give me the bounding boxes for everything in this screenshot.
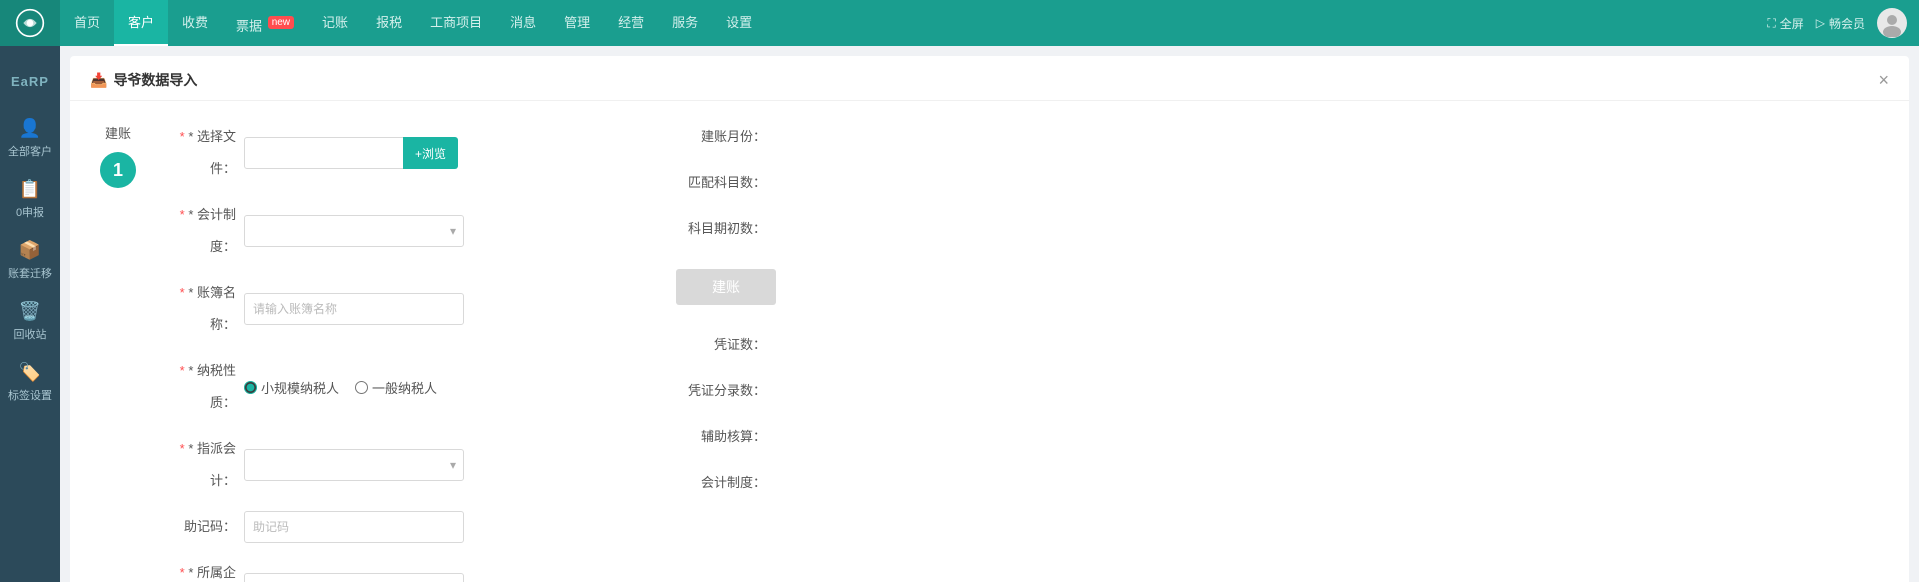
info-row-account-month: 建账月份： [676,121,896,153]
fullscreen-btn[interactable]: ⛶ 全屏 [1767,15,1803,32]
nav-right-area: ⛶ 全屏 ▷ 畅会员 [1767,8,1907,38]
radio-small-taxpayer[interactable]: 小规模纳税人 [244,378,339,397]
main-content: 📥 导爷数据导入 × 建账 1 * 选择文件： [60,46,1919,582]
earp-logo: EaRP [0,54,60,108]
ledger-name-label: * 账簿名称： [156,277,236,341]
radio-general-taxpayer[interactable]: 一般纳税人 [355,378,437,397]
form-row-memo: 助记码： [156,511,536,543]
sidebar: EaRP 👤 全部客户 📋 0申报 📦 账套迁移 🗑️ 回收站 🏷️ 标签设置 [0,46,60,582]
sidebar-item-all-clients[interactable]: 👤 全部客户 [0,108,60,169]
info-row-subject-init: 科目期初数： [676,213,896,245]
tax-type-radio-group: 小规模纳税人 一般纳税人 [244,371,437,403]
nav-home[interactable]: 首页 [60,0,114,46]
right-panel: 建账月份： 匹配科目数： 科目期初数： 建 [596,121,896,582]
company-input[interactable] [244,573,464,582]
info-row-voucher-entries: 凭证分录数： [676,375,896,407]
avatar[interactable] [1877,8,1907,38]
logo [0,0,60,46]
nav-business[interactable]: 工商项目 [416,0,496,46]
nav-menu: 首页 客户 收费 票据 new 记账 报税 工商项目 消息 管理 经营 服务 设… [60,0,1767,46]
form-row-accounting-system: * 会计制度： ▾ [156,199,536,263]
file-input-group: +浏览 [244,137,458,169]
accountant-label: * 指派会计： [156,433,236,497]
sidebar-item-tags[interactable]: 🏷️ 标签设置 [0,352,60,413]
nav-messages[interactable]: 消息 [496,0,550,46]
memo-input[interactable] [244,511,464,543]
aux-calc-label: 辅助核算： [676,421,766,453]
info-row-aux-calc: 辅助核算： [676,421,896,453]
form-row-ledger-name: * 账簿名称： [156,277,536,341]
subject-init-label: 科目期初数： [676,213,766,245]
declaration-icon: 📋 [19,179,41,200]
voucher-label: 凭证数： [676,329,766,361]
info-row-match-subject: 匹配科目数： [676,167,896,199]
dialog-header: 📥 导爷数据导入 × [70,56,1909,101]
form-row-tax-type: * 纳税性质： 小规模纳税人 一般纳税人 [156,355,536,419]
nav-tax[interactable]: 报税 [362,0,416,46]
file-text-input[interactable] [244,137,404,169]
sidebar-item-migration[interactable]: 📦 账套迁移 [0,230,60,291]
member-btn[interactable]: ▷ 畅会员 [1816,15,1865,32]
step-label: 建账 [105,123,131,142]
voucher-entries-label: 凭证分录数： [676,375,766,407]
form-grid: * 选择文件： +浏览 * 会计制度： [156,121,536,582]
acc-system-label: 会计制度： [676,467,766,499]
ledger-name-input[interactable] [244,293,464,325]
memo-label: 助记码： [156,511,236,543]
accounting-system-select-wrapper: ▾ [244,215,464,247]
accounting-system-label: * 会计制度： [156,199,236,263]
nav-settings[interactable]: 设置 [712,0,766,46]
dialog-title: 📥 导爷数据导入 [90,70,197,90]
dialog-card: 📥 导爷数据导入 × 建账 1 * 选择文件： [70,56,1909,582]
match-subject-label: 匹配科目数： [676,167,766,199]
nav-bookkeeping[interactable]: 记账 [308,0,362,46]
account-month-label: 建账月份： [676,121,766,153]
accountant-select-wrapper: ▾ [244,449,464,481]
nav-billing[interactable]: 收费 [168,0,222,46]
nav-customers[interactable]: 客户 [114,0,168,46]
sidebar-item-recycle[interactable]: 🗑️ 回收站 [0,291,60,352]
user-icon: 👤 [19,118,41,139]
form-row-accountant: * 指派会计： ▾ [156,433,536,497]
info-row-acc-system: 会计制度： [676,467,896,499]
nav-invoices[interactable]: 票据 new [222,0,308,46]
form-left-section: 建账 1 * 选择文件： +浏览 [100,121,536,582]
step-badge: 1 [100,152,136,188]
migration-icon: 📦 [19,240,41,261]
form-row-file: * 选择文件： +浏览 [156,121,536,185]
nav-operations[interactable]: 经营 [604,0,658,46]
nav-badge-new: new [268,16,294,29]
build-account-button[interactable]: 建账 [676,269,776,305]
dialog-body: 建账 1 * 选择文件： +浏览 [70,101,1909,582]
sidebar-item-declaration[interactable]: 📋 0申报 [0,169,60,230]
nav-services[interactable]: 服务 [658,0,712,46]
right-info-section: 建账月份： 匹配科目数： 科目期初数： 建 [676,121,896,499]
accountant-select[interactable] [244,449,464,481]
build-btn-wrapper: 建账 [676,269,896,305]
accounting-system-select[interactable] [244,215,464,247]
top-navigation: 首页 客户 收费 票据 new 记账 报税 工商项目 消息 管理 经营 服务 设… [0,0,1919,46]
file-label: * 选择文件： [156,121,236,185]
form-row-company: * 所属企业： [156,557,536,582]
main-layout: EaRP 👤 全部客户 📋 0申报 📦 账套迁移 🗑️ 回收站 🏷️ 标签设置 [0,46,1919,582]
info-row-voucher: 凭证数： [676,329,896,361]
play-icon: ▷ [1816,16,1825,30]
fullscreen-icon: ⛶ [1767,16,1775,31]
company-label: * 所属企业： [156,557,236,582]
browse-button[interactable]: +浏览 [403,137,458,169]
tag-icon: 🏷️ [19,362,41,383]
nav-management[interactable]: 管理 [550,0,604,46]
import-icon: 📥 [90,72,107,89]
close-button[interactable]: × [1878,71,1889,89]
tax-type-label: * 纳税性质： [156,355,236,419]
trash-icon: 🗑️ [19,301,41,322]
